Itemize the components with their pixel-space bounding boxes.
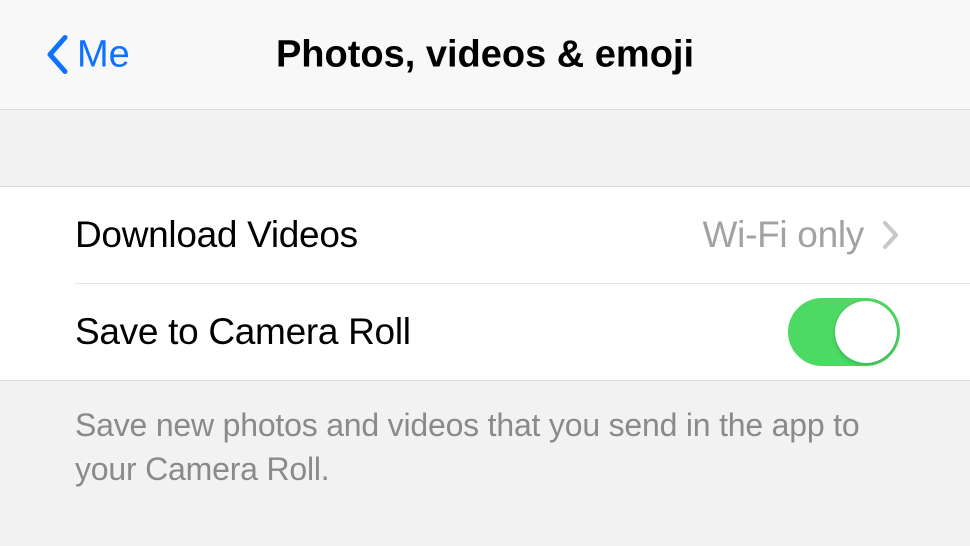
back-button[interactable]: Me bbox=[45, 33, 130, 76]
toggle-knob bbox=[835, 301, 897, 363]
chevron-right-icon bbox=[882, 220, 900, 250]
download-videos-row[interactable]: Download Videos Wi-Fi only bbox=[0, 187, 970, 283]
save-camera-roll-row: Save to Camera Roll bbox=[0, 284, 970, 380]
page-title: Photos, videos & emoji bbox=[276, 33, 694, 76]
chevron-left-icon bbox=[45, 35, 69, 75]
row-right: Wi-Fi only bbox=[703, 214, 900, 256]
back-label: Me bbox=[77, 33, 130, 76]
section-footer-text: Save new photos and videos that you send… bbox=[0, 381, 970, 491]
download-videos-value: Wi-Fi only bbox=[703, 214, 864, 256]
download-videos-label: Download Videos bbox=[75, 214, 358, 256]
section-spacer bbox=[0, 110, 970, 187]
save-camera-roll-toggle[interactable] bbox=[788, 298, 900, 366]
save-camera-roll-label: Save to Camera Roll bbox=[75, 311, 411, 353]
navigation-bar: Me Photos, videos & emoji bbox=[0, 0, 970, 110]
settings-group: Download Videos Wi-Fi only Save to Camer… bbox=[0, 187, 970, 380]
